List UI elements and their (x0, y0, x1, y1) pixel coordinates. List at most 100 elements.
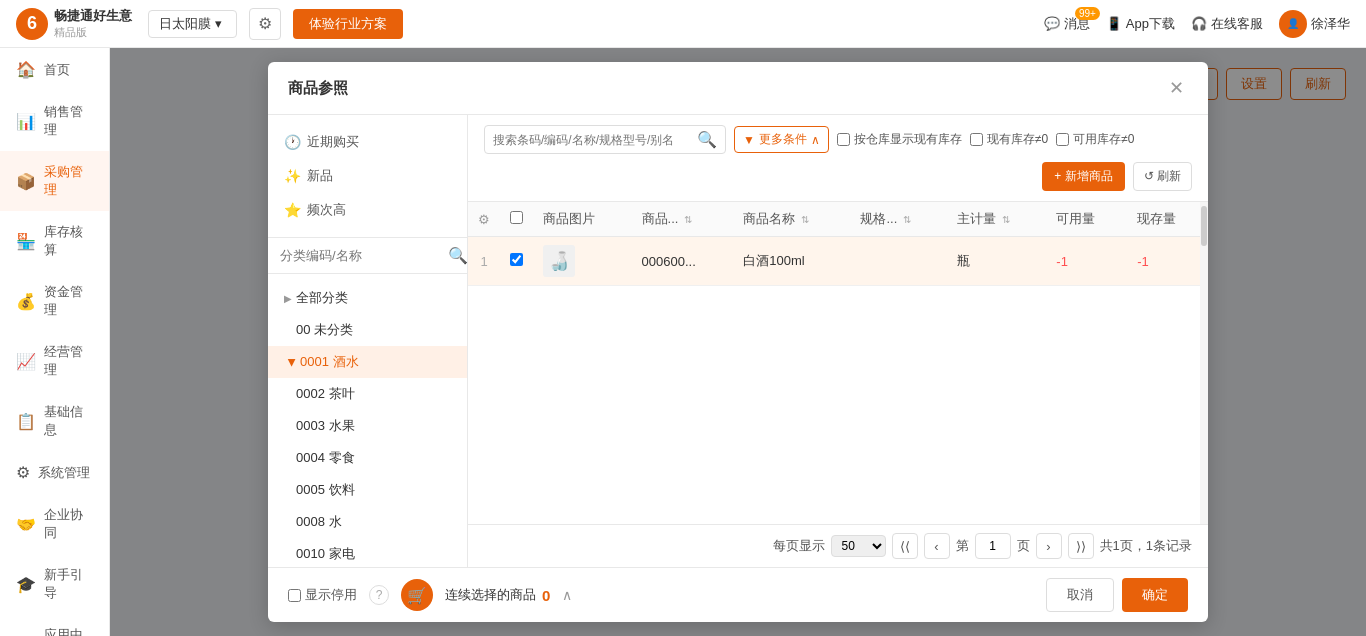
category-search-input[interactable] (280, 248, 448, 263)
tree-item-0003[interactable]: 0003 水果 (268, 410, 467, 442)
th-unit[interactable]: 主计量 ⇅ (947, 202, 1046, 237)
chevron-down-icon: ▾ (215, 16, 222, 31)
last-page-button[interactable]: ⟩⟩ (1068, 533, 1094, 559)
confirm-button[interactable]: 确定 (1122, 578, 1188, 612)
first-page-button[interactable]: ⟨⟨ (892, 533, 918, 559)
available-stock-checkbox[interactable] (1056, 133, 1069, 146)
sort-icon: ⇅ (801, 214, 809, 225)
tree-item-00[interactable]: 00 未分类 (268, 314, 467, 346)
toolbar-right: + 新增商品 ↺ 刷新 (1042, 162, 1192, 191)
th-available: 可用量 (1046, 202, 1127, 237)
modal-close-button[interactable]: ✕ (1164, 76, 1188, 100)
th-product-name[interactable]: 商品名称 ⇅ (733, 202, 850, 237)
tree-item-0008[interactable]: 0008 水 (268, 506, 467, 538)
checkbox-warehouse-stock[interactable]: 按仓库显示现有库存 (837, 131, 962, 148)
footer-left: 显示停用 (288, 586, 357, 604)
table-scrollbar[interactable] (1200, 202, 1208, 524)
sidebar-item-apps[interactable]: 📱 应用中心 (0, 614, 109, 636)
app-download-button[interactable]: 📱 App下载 (1106, 15, 1175, 33)
th-checkbox (500, 202, 533, 237)
continuous-selection-info: 连续选择的商品 0 (445, 586, 550, 604)
warehouse-stock-checkbox[interactable] (837, 133, 850, 146)
messages-button[interactable]: 💬 消息 99+ (1044, 15, 1090, 33)
tree-item-0001[interactable]: ▶ 0001 酒水 (268, 346, 467, 378)
search-icon[interactable]: 🔍 (448, 246, 468, 265)
row-checkbox[interactable] (510, 253, 523, 266)
cancel-button[interactable]: 取消 (1046, 578, 1114, 612)
td-gear: 1 (468, 237, 500, 286)
modal-right-panel: 🔍 ▼ 更多条件 ∧ 按仓库显示现有库存 (468, 115, 1208, 567)
product-table: ⚙ 商品图片 商品... ⇅ (468, 202, 1208, 286)
footer-right: 取消 确定 (1046, 578, 1188, 612)
th-stock: 现存量 (1127, 202, 1208, 237)
modal-pagination: 每页显示 50 10 20 100 ⟨⟨ ‹ 第 页 › ⟩⟩ (468, 524, 1208, 567)
tree-item-0005[interactable]: 0005 饮料 (268, 474, 467, 506)
tree-item-0002[interactable]: 0002 茶叶 (268, 378, 467, 410)
store-selector[interactable]: 日太阳膜 ▾ (148, 10, 237, 38)
table-header-row: ⚙ 商品图片 商品... ⇅ (468, 202, 1208, 237)
page-number-input[interactable] (975, 533, 1011, 559)
tab-new-products[interactable]: ✨ 新品 (268, 159, 467, 193)
search-icon[interactable]: 🔍 (697, 130, 717, 149)
disabled-checkbox[interactable] (288, 589, 301, 602)
sidebar-item-purchase[interactable]: 📦 采购管理 (0, 151, 109, 211)
th-product-code[interactable]: 商品... ⇅ (632, 202, 734, 237)
modal-left-tabs: 🕐 近期购买 ✨ 新品 ⭐ 频次高 (268, 115, 467, 238)
arrow-icon: ▶ (284, 293, 292, 304)
sort-icon: ⇅ (903, 214, 911, 225)
table-row[interactable]: 1 🍶 000600... (468, 237, 1208, 286)
product-reference-modal: 商品参照 ✕ 🕐 近期购买 ✨ 新品 (268, 62, 1208, 622)
sidebar-item-operations[interactable]: 📈 经营管理 (0, 331, 109, 391)
help-button[interactable]: ? (369, 585, 389, 605)
product-search-wrap: 🔍 (484, 125, 726, 154)
online-service-button[interactable]: 🎧 在线客服 (1191, 15, 1263, 33)
td-product-name: 白酒100ml (733, 237, 850, 286)
star-icon: ⭐ (284, 202, 301, 218)
filter-button[interactable]: ▼ 更多条件 ∧ (734, 126, 829, 153)
per-page-select[interactable]: 50 10 20 100 (831, 535, 886, 557)
scrollbar-thumb (1201, 206, 1207, 246)
sidebar-item-collab[interactable]: 🤝 企业协同 (0, 494, 109, 554)
tab-recent-purchase[interactable]: 🕐 近期购买 (268, 125, 467, 159)
sidebar-item-home[interactable]: 🏠 首页 (0, 48, 109, 91)
sidebar-item-system[interactable]: ⚙ 系统管理 (0, 451, 109, 494)
sidebar-item-sales[interactable]: 📊 销售管理 (0, 91, 109, 151)
message-badge: 99+ (1075, 7, 1100, 20)
filter-collapse-icon: ∧ (811, 133, 820, 147)
add-product-button[interactable]: + 新增商品 (1042, 162, 1124, 191)
td-product-code: 000600... (632, 237, 734, 286)
cart-icon: 🛒 (407, 586, 427, 605)
tab-frequent[interactable]: ⭐ 频次高 (268, 193, 467, 227)
checkbox-available-stock[interactable]: 可用库存≠0 (1056, 131, 1134, 148)
sidebar-item-guide[interactable]: 🎓 新手引导 (0, 554, 109, 614)
show-disabled-checkbox[interactable]: 显示停用 (288, 586, 357, 604)
cart-button[interactable]: 🛒 (401, 579, 433, 611)
experience-button[interactable]: 体验行业方案 (293, 9, 403, 39)
sidebar-item-finance[interactable]: 💰 资金管理 (0, 271, 109, 331)
tree-item-0004[interactable]: 0004 零食 (268, 442, 467, 474)
sidebar-item-inventory[interactable]: 🏪 库存核算 (0, 211, 109, 271)
sales-icon: 📊 (16, 112, 36, 131)
user-profile[interactable]: 👤 徐泽华 (1279, 10, 1350, 38)
prev-page-button[interactable]: ‹ (924, 533, 950, 559)
next-page-button[interactable]: › (1036, 533, 1062, 559)
sort-icon: ⇅ (1002, 214, 1010, 225)
sidebar-item-basic-info[interactable]: 📋 基础信息 (0, 391, 109, 451)
product-search-input[interactable] (493, 133, 693, 147)
settings-button[interactable]: ⚙ (249, 8, 281, 40)
nonzero-stock-checkbox[interactable] (970, 133, 983, 146)
operations-icon: 📈 (16, 352, 36, 371)
th-gear[interactable]: ⚙ (468, 202, 500, 237)
tree-item-0010[interactable]: 0010 家电 (268, 538, 467, 567)
refresh-button[interactable]: ↺ 刷新 (1133, 162, 1192, 191)
select-all-checkbox[interactable] (510, 211, 523, 224)
td-spec (850, 237, 946, 286)
modal-overlay: 商品参照 ✕ 🕐 近期购买 ✨ 新品 (110, 48, 1366, 636)
checkbox-nonzero-stock[interactable]: 现有库存≠0 (970, 131, 1048, 148)
th-spec[interactable]: 规格... ⇅ (850, 202, 946, 237)
logo-text: 畅捷通好生意 精品版 (54, 7, 132, 40)
purchase-icon: 📦 (16, 172, 36, 191)
tree-item-all[interactable]: ▶ 全部分类 (268, 282, 467, 314)
footer-collapse-icon[interactable]: ∧ (562, 587, 572, 603)
product-table-wrap: ⚙ 商品图片 商品... ⇅ (468, 202, 1208, 524)
